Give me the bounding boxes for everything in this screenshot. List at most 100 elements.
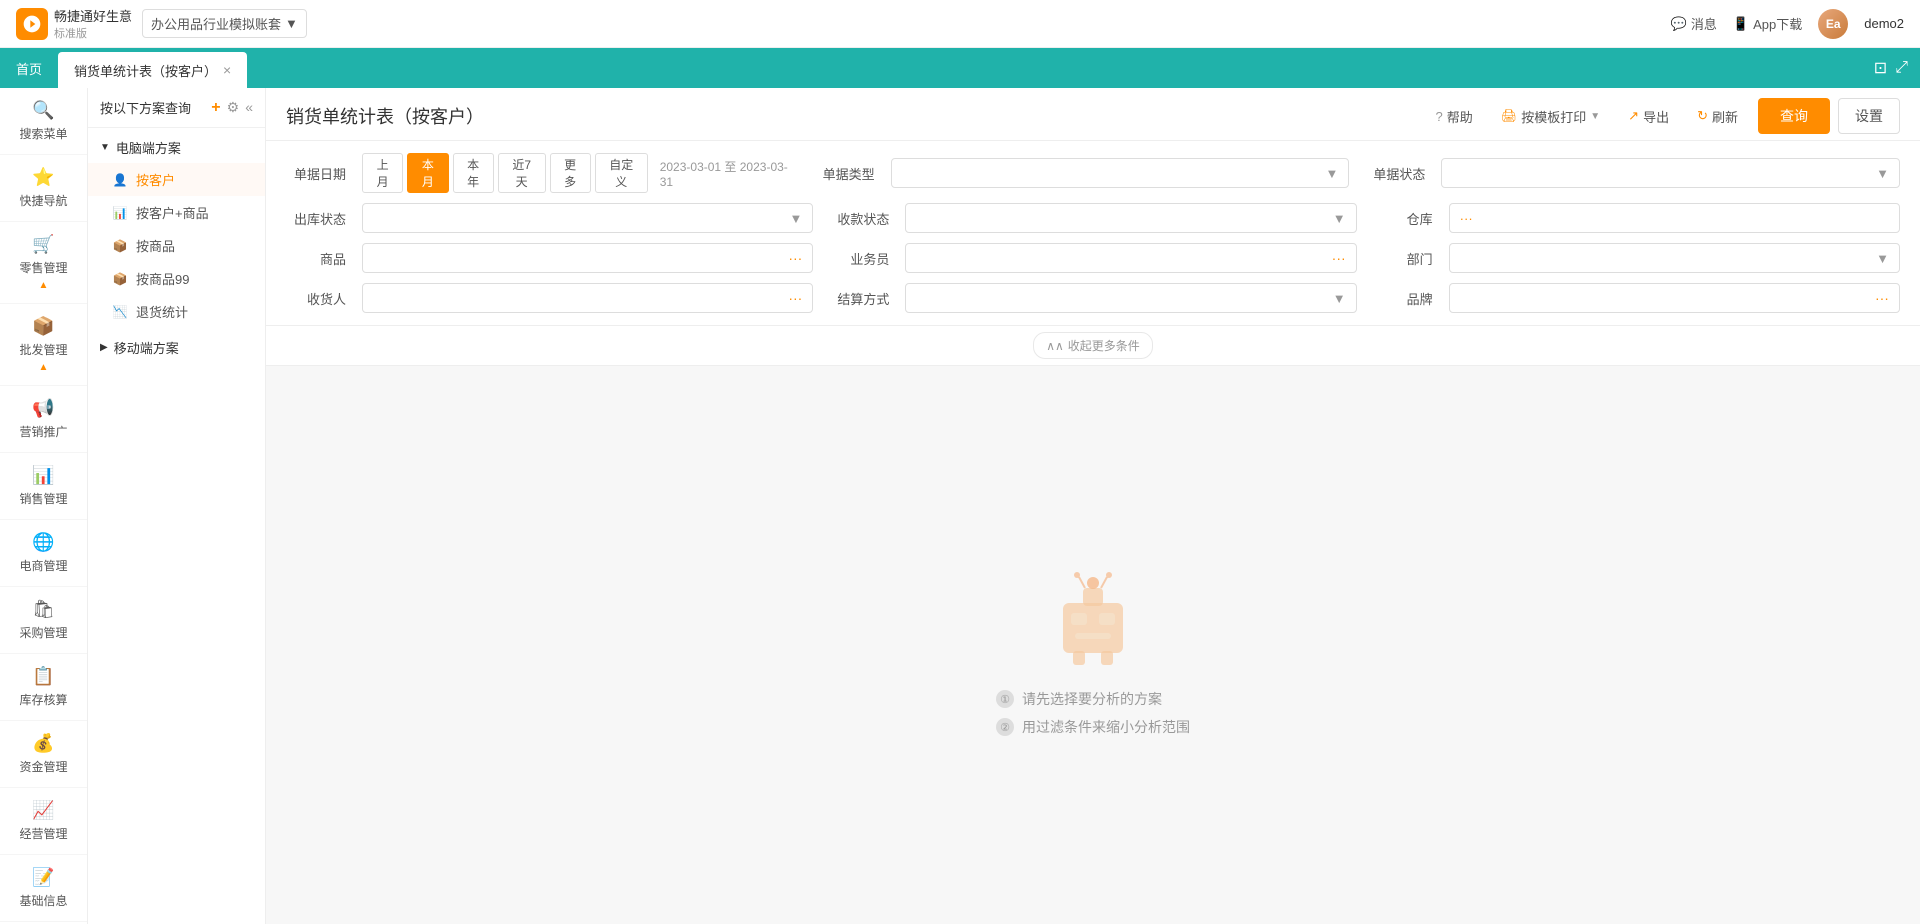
scheme-label: 退货统计 [136,302,188,321]
download-icon: 📱 [1733,16,1749,32]
product-select[interactable]: ··· [362,243,813,273]
empty-svg [1033,553,1153,673]
date-btn-last-month[interactable]: 上月 [362,153,403,193]
help-btn[interactable]: ? 帮助 [1427,103,1480,130]
date-btn-custom[interactable]: 自定义 [595,153,648,193]
sidebar-item-ecommerce[interactable]: 🌐 电商管理 [0,520,87,587]
collapse-more-btn[interactable]: ∧∧ 收起更多条件 [1033,332,1153,359]
page-header: 销货单统计表（按客户） ? 帮助 🖨 按模板打印 ▼ ↗ 导出 [266,88,1920,141]
sidebar-item-sales-mgmt[interactable]: 📊 销售管理 [0,453,87,520]
tab-sales-stat[interactable]: 销货单统计表（按客户） × [58,52,247,88]
mobile-group-title[interactable]: ▶ 移动端方案 [88,332,265,363]
refresh-btn[interactable]: ↻ 刷新 [1689,103,1746,130]
sales-icon: 📊 [32,465,54,486]
customer-icon: 👤 [112,172,128,188]
scheme-item-return-stat[interactable]: 📉 退货统计 [88,295,265,328]
close-icon[interactable]: × [223,62,231,78]
tip-text-2: 用过滤条件来缩小分析范围 [1022,717,1190,737]
panel-header: 按以下方案查询 + ⚙ « [88,88,265,128]
settlement-select[interactable]: ▼ [905,283,1356,313]
sidebar-item-retail[interactable]: 🛒 零售管理 ▲ [0,222,87,304]
print-icon: 🖨 [1501,108,1518,124]
help-icon: ? [1435,109,1442,124]
date-btn-this-year[interactable]: 本年 [453,153,494,193]
product-label: 商品 [286,249,346,268]
minimize-icon[interactable]: ⊡ [1874,58,1887,78]
date-btn-7days[interactable]: 近7天 [498,153,546,193]
logo-area: 畅捷通好生意 标准版 [16,6,132,41]
salesperson-select[interactable]: ··· [905,243,1356,273]
sidebar-label: 基础信息 [19,892,67,909]
brand-dots: ··· [1875,290,1889,306]
filter-area: 单据日期 上月 本月 本年 近7天 更多 自定义 2023-03-01 至 20… [266,141,1920,326]
sidebar-item-marketing[interactable]: 📢 营销推广 [0,386,87,453]
doc-status-select[interactable]: ▼ [1441,158,1900,188]
empty-state: ① 请先选择要分析的方案 ② 用过滤条件来缩小分析范围 [266,366,1920,924]
desktop-group-title[interactable]: ▼ 电脑端方案 [88,132,265,163]
maximize-icon[interactable]: ⤢ [1895,59,1908,77]
app-download-btn[interactable]: 📱 App下载 [1733,14,1802,33]
pay-status-label: 收款状态 [829,209,889,228]
sidebar-label: 搜索菜单 [19,125,67,142]
add-scheme-btn[interactable]: + [211,99,220,117]
operation-icon: 📈 [32,800,54,821]
sidebar-item-finance[interactable]: 💰 资金管理 [0,721,87,788]
sidebar-item-wholesale[interactable]: 📦 批发管理 ▲ [0,304,87,386]
dept-label: 部门 [1373,249,1433,268]
brand-select[interactable]: ··· [1449,283,1900,313]
out-status-select[interactable]: ▼ [362,203,813,233]
settings-button[interactable]: 设置 [1838,98,1900,134]
settings-scheme-btn[interactable]: ⚙ [227,99,240,117]
tab-home[interactable]: 首页 [0,48,58,88]
sidebar-label: 经营管理 [19,825,67,842]
scheme-item-by-product[interactable]: 📦 按商品 [88,229,265,262]
scheme-item-by-customer[interactable]: 👤 按客户 [88,163,265,196]
inventory-icon: 📋 [32,666,54,687]
query-button[interactable]: 查询 [1758,98,1830,134]
sidebar-item-purchase[interactable]: 🛍 采购管理 [0,587,87,654]
username: demo2 [1864,16,1904,31]
sidebar-item-operation[interactable]: 📈 经营管理 [0,788,87,855]
receiver-select[interactable]: ··· [362,283,813,313]
dept-select[interactable]: ▼ [1449,243,1900,273]
scheme-item-by-customer-product[interactable]: 📊 按客户+商品 [88,196,265,229]
chevron-down-icon: ▼ [1333,291,1346,306]
message-btn[interactable]: 💬 消息 [1671,14,1717,33]
query-settings-btns: 查询 设置 [1758,98,1900,134]
scheme-label: 按商品 [136,236,175,255]
sidebar-item-basic-info[interactable]: 📝 基础信息 [0,855,87,922]
date-btn-this-month[interactable]: 本月 [407,153,448,193]
chevron-down-icon: ▼ [789,211,802,226]
filter-row-2: 出库状态 ▼ 收款状态 ▼ 仓库 ··· [286,203,1900,233]
scheme-item-by-product-99[interactable]: 📦 按商品99 [88,262,265,295]
collapse-panel-btn[interactable]: « [245,99,253,117]
pay-status-select[interactable]: ▼ [905,203,1356,233]
salesperson-dots: ··· [1332,250,1346,266]
sidebar-item-search-menu[interactable]: 🔍 搜索菜单 [0,88,87,155]
date-label: 单据日期 [286,164,346,183]
warehouse-label: 仓库 [1373,209,1433,228]
sidebar-label: 零售管理 [19,259,67,276]
collapse-label: 收起更多条件 [1068,337,1140,354]
tip-text-1: 请先选择要分析的方案 [1022,689,1162,709]
doc-type-select[interactable]: ▼ [891,158,1350,188]
template-print-btn[interactable]: 🖨 按模板打印 ▼ [1493,103,1608,130]
purchase-icon: 🛍 [32,599,55,620]
collapse-bar: ∧∧ 收起更多条件 [266,326,1920,366]
export-label: 导出 [1643,107,1669,126]
sidebar-item-quick-nav[interactable]: ⭐ 快捷导航 [0,155,87,222]
sidebar-label: 批发管理 [19,341,67,358]
export-btn[interactable]: ↗ 导出 [1620,103,1677,130]
marketing-icon: 📢 [32,398,54,419]
warehouse-select[interactable]: ··· [1449,203,1900,233]
industry-selector[interactable]: 办公用品行业模拟账套 ▼ [142,9,307,38]
message-icon: 💬 [1671,16,1687,32]
industry-label: 办公用品行业模拟账套 [151,14,281,33]
sidebar-item-inventory[interactable]: 📋 库存核算 [0,654,87,721]
chevron-down-icon: ▼ [1333,211,1346,226]
empty-tip-1: ① 请先选择要分析的方案 [996,689,1190,709]
content-area: 按以下方案查询 + ⚙ « ▼ 电脑端方案 👤 按客户 📊 按 [88,88,1920,924]
message-label: 消息 [1691,14,1717,33]
star-icon: ⭐ [32,167,54,188]
date-btn-more[interactable]: 更多 [550,153,591,193]
